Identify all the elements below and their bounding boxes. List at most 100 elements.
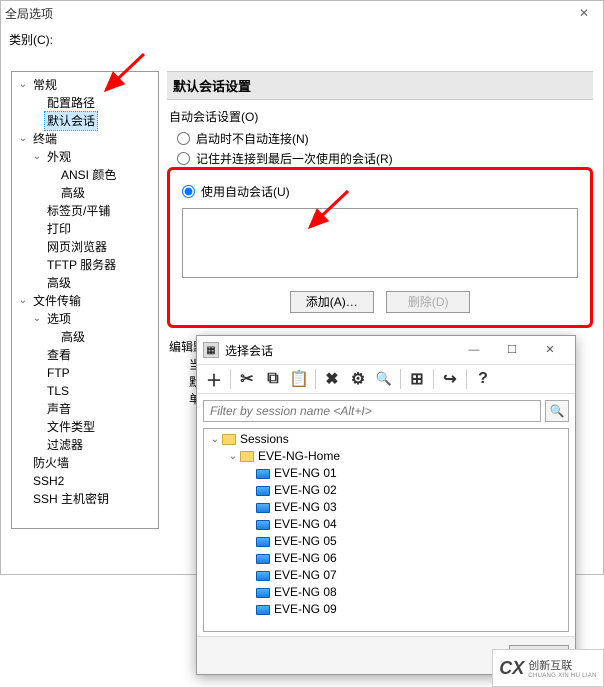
- session-label: EVE-NG 08: [274, 584, 337, 601]
- radio-label: 启动时不自动连接(N): [196, 130, 309, 147]
- close-icon[interactable]: ✕: [531, 339, 569, 361]
- new-folder-icon[interactable]: ⊞: [404, 366, 430, 392]
- tree-item[interactable]: ·TFTP 服务器: [12, 256, 158, 274]
- tree-item[interactable]: ·配置路径: [12, 94, 158, 112]
- tree-item-label: TLS: [44, 382, 72, 400]
- chevron-down-icon[interactable]: ⌄: [30, 310, 44, 328]
- add-button[interactable]: 添加(A)…: [290, 291, 374, 313]
- tree-item[interactable]: ·TLS: [12, 382, 158, 400]
- session-label: EVE-NG 04: [274, 516, 337, 533]
- tree-item[interactable]: ·SSH2: [12, 472, 158, 490]
- session-label: EVE-NG 02: [274, 482, 337, 499]
- tree-item-label: ANSI 颜色: [58, 166, 119, 184]
- chevron-down-icon[interactable]: ⌄: [16, 292, 30, 310]
- tree-item-label: 配置路径: [44, 94, 98, 112]
- tree-item[interactable]: ·打印: [12, 220, 158, 238]
- tree-item[interactable]: ⌄外观: [12, 148, 158, 166]
- session-item[interactable]: EVE-NG 09: [204, 601, 568, 618]
- delete-icon[interactable]: ✖: [319, 366, 345, 392]
- tree-item[interactable]: ·网页浏览器: [12, 238, 158, 256]
- category-tree[interactable]: ⌄常规·配置路径·默认会话⌄终端⌄外观·ANSI 颜色·高级·标签页/平铺·打印…: [11, 71, 159, 529]
- terminal-icon: [256, 571, 270, 581]
- help-icon[interactable]: ?: [470, 366, 496, 392]
- tree-item[interactable]: ⌄常规: [12, 76, 158, 94]
- radio-remember-last[interactable]: 记住并连接到最后一次使用的会话(R): [177, 149, 593, 167]
- tree-item[interactable]: ⌄选项: [12, 310, 158, 328]
- chevron-down-icon[interactable]: ⌄: [30, 148, 44, 166]
- chevron-down-icon[interactable]: ⌄: [16, 76, 30, 94]
- session-label: EVE-NG 07: [274, 567, 337, 584]
- session-item[interactable]: EVE-NG 03: [204, 499, 568, 516]
- minimize-icon[interactable]: —: [455, 339, 493, 361]
- tree-item-label: FTP: [44, 364, 73, 382]
- session-tree[interactable]: ⌄Sessions⌄EVE-NG-HomeEVE-NG 01EVE-NG 02E…: [203, 428, 569, 632]
- app-icon: ▦: [203, 342, 219, 358]
- tree-item[interactable]: ·声音: [12, 400, 158, 418]
- tree-item[interactable]: ·默认会话: [12, 112, 158, 130]
- auto-session-list[interactable]: [182, 208, 578, 278]
- tree-item[interactable]: ·ANSI 颜色: [12, 166, 158, 184]
- tree-item[interactable]: ·FTP: [12, 364, 158, 382]
- tree-item[interactable]: ·过滤器: [12, 436, 158, 454]
- terminal-icon: [256, 605, 270, 615]
- filter-input[interactable]: [203, 400, 541, 422]
- session-item[interactable]: EVE-NG 07: [204, 567, 568, 584]
- session-item[interactable]: ⌄ Sessions: [204, 431, 568, 448]
- child-title-text: 选择会话: [225, 342, 273, 359]
- find-icon[interactable]: 🔍: [371, 366, 397, 392]
- paste-icon[interactable]: 📋: [286, 366, 312, 392]
- tree-item[interactable]: ·高级: [12, 328, 158, 346]
- terminal-icon: [256, 520, 270, 530]
- session-item[interactable]: ⌄EVE-NG-Home: [204, 448, 568, 465]
- radio-input[interactable]: [177, 132, 190, 145]
- tree-item[interactable]: ·高级: [12, 274, 158, 292]
- delete-button[interactable]: 删除(D): [386, 291, 470, 313]
- folder-icon: [240, 451, 254, 462]
- radio-no-auto-connect[interactable]: 启动时不自动连接(N): [177, 129, 593, 147]
- chevron-down-icon[interactable]: ⌄: [226, 448, 240, 465]
- tree-item-label: 防火墙: [30, 454, 72, 472]
- tree-item-label: 常规: [30, 76, 60, 94]
- tree-item[interactable]: ·高级: [12, 184, 158, 202]
- radio-input[interactable]: [182, 185, 195, 198]
- new-icon[interactable]: ＋: [201, 366, 227, 392]
- tree-item-label: 打印: [44, 220, 74, 238]
- session-item[interactable]: EVE-NG 01: [204, 465, 568, 482]
- highlighted-section: 使用自动会话(U) 添加(A)… 删除(D): [167, 167, 593, 328]
- session-item[interactable]: EVE-NG 05: [204, 533, 568, 550]
- tree-item[interactable]: ⌄终端: [12, 130, 158, 148]
- tree-item[interactable]: ·防火墙: [12, 454, 158, 472]
- export-icon[interactable]: ↪: [437, 366, 463, 392]
- tree-item[interactable]: ⌄文件传输: [12, 292, 158, 310]
- chevron-down-icon[interactable]: ⌄: [16, 130, 30, 148]
- tree-item-label: TFTP 服务器: [44, 256, 119, 274]
- category-label: 类别(C):: [9, 31, 595, 48]
- tree-item-label: SSH2: [30, 472, 67, 490]
- terminal-icon: [256, 537, 270, 547]
- session-label: EVE-NG 06: [274, 550, 337, 567]
- copy-icon[interactable]: ⧉: [260, 366, 286, 392]
- session-item[interactable]: EVE-NG 08: [204, 584, 568, 601]
- close-icon[interactable]: ✕: [569, 6, 599, 20]
- tree-item-label: 高级: [58, 328, 88, 346]
- tree-item[interactable]: ·SSH 主机密钥: [12, 490, 158, 508]
- settings-icon[interactable]: ⚙: [345, 366, 371, 392]
- maximize-icon[interactable]: ☐: [493, 339, 531, 361]
- radio-input[interactable]: [177, 152, 190, 165]
- cut-icon[interactable]: ✂: [234, 366, 260, 392]
- tree-item[interactable]: ·标签页/平铺: [12, 202, 158, 220]
- radio-use-auto-session[interactable]: 使用自动会话(U): [182, 182, 578, 200]
- tree-item-label: 选项: [44, 310, 74, 328]
- search-button[interactable]: 🔍: [545, 400, 569, 422]
- session-label: Sessions: [240, 431, 289, 448]
- chevron-down-icon[interactable]: ⌄: [208, 431, 222, 448]
- radio-label: 记住并连接到最后一次使用的会话(R): [196, 150, 393, 167]
- dialog-title: 全局选项: [5, 5, 53, 22]
- tree-item-label: 文件传输: [30, 292, 84, 310]
- tree-item-label: 网页浏览器: [44, 238, 110, 256]
- session-item[interactable]: EVE-NG 06: [204, 550, 568, 567]
- tree-item[interactable]: ·查看: [12, 346, 158, 364]
- session-item[interactable]: EVE-NG 02: [204, 482, 568, 499]
- tree-item[interactable]: ·文件类型: [12, 418, 158, 436]
- session-item[interactable]: EVE-NG 04: [204, 516, 568, 533]
